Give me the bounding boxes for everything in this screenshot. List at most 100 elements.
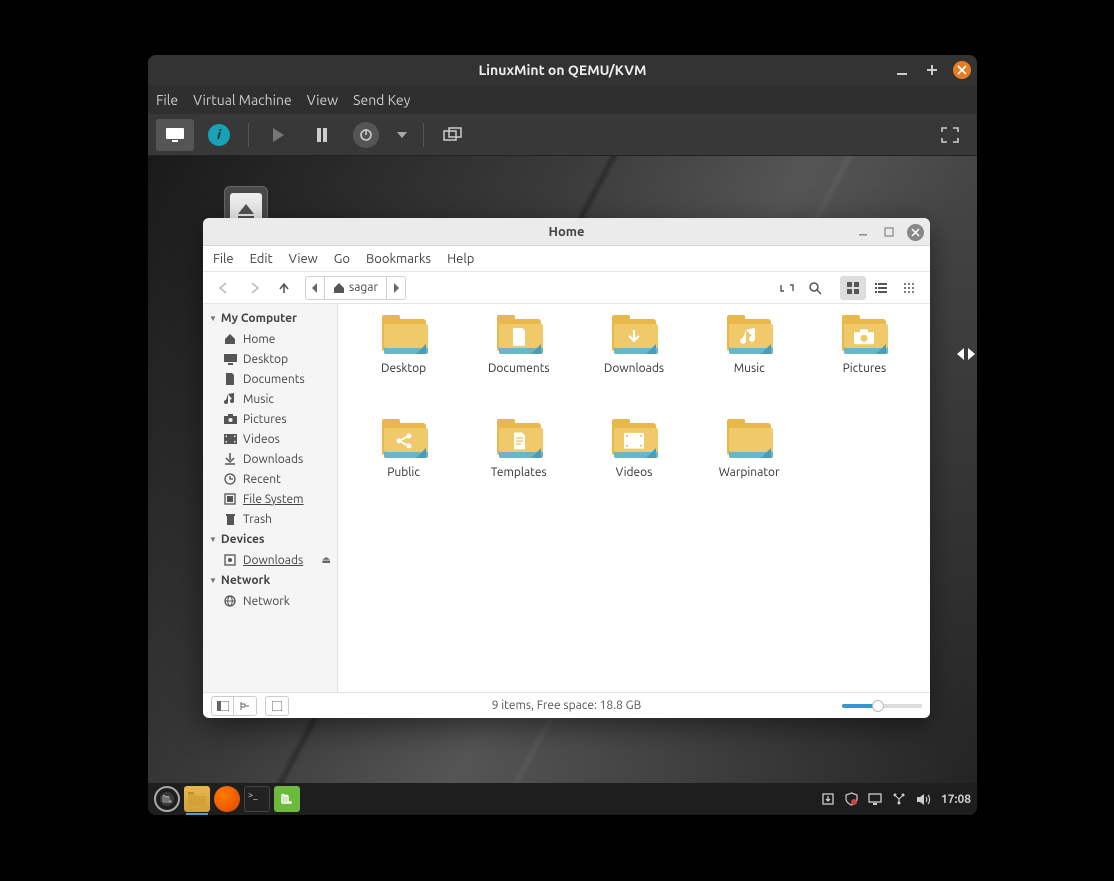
fm-menu-file[interactable]: File [213, 252, 234, 266]
fullscreen-button[interactable] [931, 119, 969, 151]
clock-icon [223, 472, 237, 486]
sidebar-item-documents[interactable]: Documents [203, 369, 337, 389]
fm-maximize-button[interactable] [881, 224, 897, 240]
tray-clock[interactable]: 17:08 [941, 793, 971, 806]
path-next-button[interactable] [387, 277, 405, 299]
toggle-location-button[interactable] [774, 276, 800, 300]
nav-back-button[interactable] [211, 276, 237, 300]
icon-view-button[interactable] [840, 276, 866, 300]
fm-menu-view[interactable]: View [289, 252, 318, 266]
info-button[interactable]: i [200, 119, 238, 151]
folder-icon [187, 791, 207, 807]
folder-icon [725, 420, 773, 460]
power-button[interactable] [347, 119, 385, 151]
globe-icon [223, 594, 237, 608]
compact-view-button[interactable] [896, 276, 922, 300]
fm-titlebar[interactable]: Home [203, 218, 930, 246]
folder-label: Pictures [843, 362, 887, 375]
folder-item-videos[interactable]: Videos [578, 418, 689, 518]
fm-menu-bookmarks[interactable]: Bookmarks [366, 252, 431, 266]
folder-item-downloads[interactable]: Downloads [578, 314, 689, 414]
tray-network-icon[interactable] [892, 792, 906, 806]
fm-minimize-button[interactable] [855, 224, 871, 240]
sidebar-item-music[interactable]: Music [203, 389, 337, 409]
resize-handle-icon[interactable] [957, 348, 975, 360]
fm-navbar: sagar [203, 272, 930, 304]
mint-menu-button[interactable] [154, 786, 180, 812]
sidebar-item-recent[interactable]: Recent [203, 469, 337, 489]
fm-menu-go[interactable]: Go [334, 252, 350, 266]
folder-item-pictures[interactable]: Pictures [809, 314, 920, 414]
tray-volume-icon[interactable] [916, 793, 931, 806]
info-icon: i [208, 124, 230, 146]
taskbar-files-button[interactable] [184, 786, 210, 812]
path-prev-button[interactable] [306, 277, 325, 299]
play-icon [271, 127, 285, 143]
vm-menu-virtual-machine[interactable]: Virtual Machine [193, 92, 292, 108]
vm-minimize-button[interactable] [893, 61, 911, 79]
folder-item-music[interactable]: Music [694, 314, 805, 414]
vm-screen[interactable]: Home File Edit View Go [148, 156, 977, 815]
trash-icon [223, 512, 237, 526]
fm-close-button[interactable] [907, 224, 924, 241]
taskbar-firefox-button[interactable] [214, 786, 240, 812]
pause-button[interactable] [303, 119, 341, 151]
sidebar-section-computer[interactable]: ▼My Computer [203, 308, 337, 329]
vm-maximize-button[interactable] [923, 61, 941, 79]
sidebar-section-network[interactable]: ▼Network [203, 570, 337, 591]
taskbar-mint-button[interactable] [274, 786, 300, 812]
search-button[interactable] [802, 276, 828, 300]
tree-toggle[interactable] [234, 697, 256, 715]
sidebar-item-filesystem[interactable]: File System [203, 489, 337, 509]
fm-menu-edit[interactable]: Edit [250, 252, 273, 266]
path-home-segment[interactable]: sagar [325, 277, 387, 299]
vm-menu-send-key[interactable]: Send Key [353, 92, 410, 108]
system-tray: 17:08 [821, 792, 971, 806]
nav-up-button[interactable] [271, 276, 297, 300]
vm-toolbar: i [148, 114, 977, 156]
snapshot-button[interactable] [434, 119, 472, 151]
taskbar-terminal-button[interactable]: >_ [244, 786, 270, 812]
eject-icon[interactable]: ⏏ [322, 554, 331, 566]
folder-icon [380, 316, 428, 356]
sidebar-item-network[interactable]: Network [203, 591, 337, 611]
sidebar-item-trash[interactable]: Trash [203, 509, 337, 529]
folder-item-public[interactable]: Public [348, 418, 459, 518]
sidebar-item-pictures[interactable]: Pictures [203, 409, 337, 429]
places-toggle[interactable] [212, 697, 234, 715]
list-view-button[interactable] [868, 276, 894, 300]
terminal-icon: >_ [244, 786, 270, 812]
sidebar-toggle[interactable] [266, 697, 288, 715]
folder-item-templates[interactable]: Templates [463, 418, 574, 518]
play-button[interactable] [259, 119, 297, 151]
sidebar-item-videos[interactable]: Videos [203, 429, 337, 449]
power-dropdown[interactable] [391, 119, 413, 151]
camera-icon [223, 412, 237, 426]
folder-icon [840, 316, 888, 356]
pause-icon [315, 127, 329, 143]
drive-icon [223, 553, 237, 567]
folder-item-desktop[interactable]: Desktop [348, 314, 459, 414]
console-button[interactable] [156, 119, 194, 151]
vm-titlebar[interactable]: LinuxMint on QEMU/KVM [148, 55, 977, 85]
sidebar-item-downloads[interactable]: Downloads [203, 449, 337, 469]
tray-shield-icon[interactable] [845, 792, 858, 806]
zoom-slider[interactable] [842, 704, 922, 708]
vm-close-button[interactable] [953, 61, 971, 79]
tray-update-icon[interactable] [821, 792, 835, 806]
sidebar-item-desktop[interactable]: Desktop [203, 349, 337, 369]
nav-forward-button[interactable] [241, 276, 267, 300]
sidebar-item-device-downloads[interactable]: Downloads⏏ [203, 550, 337, 570]
monitor-icon [223, 352, 237, 366]
sidebar-item-home[interactable]: Home [203, 329, 337, 349]
fm-menu-help[interactable]: Help [447, 252, 474, 266]
folder-item-documents[interactable]: Documents [463, 314, 574, 414]
vm-menu-file[interactable]: File [156, 92, 178, 108]
sidebar-section-devices[interactable]: ▼Devices [203, 529, 337, 550]
folder-item-warpinator[interactable]: Warpinator [694, 418, 805, 518]
vm-menu-view[interactable]: View [307, 92, 338, 108]
folder-icon [495, 316, 543, 356]
fm-content-area[interactable]: DesktopDocumentsDownloadsMusic Pictures Pu… [338, 304, 930, 692]
folder-icon [495, 420, 543, 460]
tray-display-icon[interactable] [868, 793, 882, 806]
